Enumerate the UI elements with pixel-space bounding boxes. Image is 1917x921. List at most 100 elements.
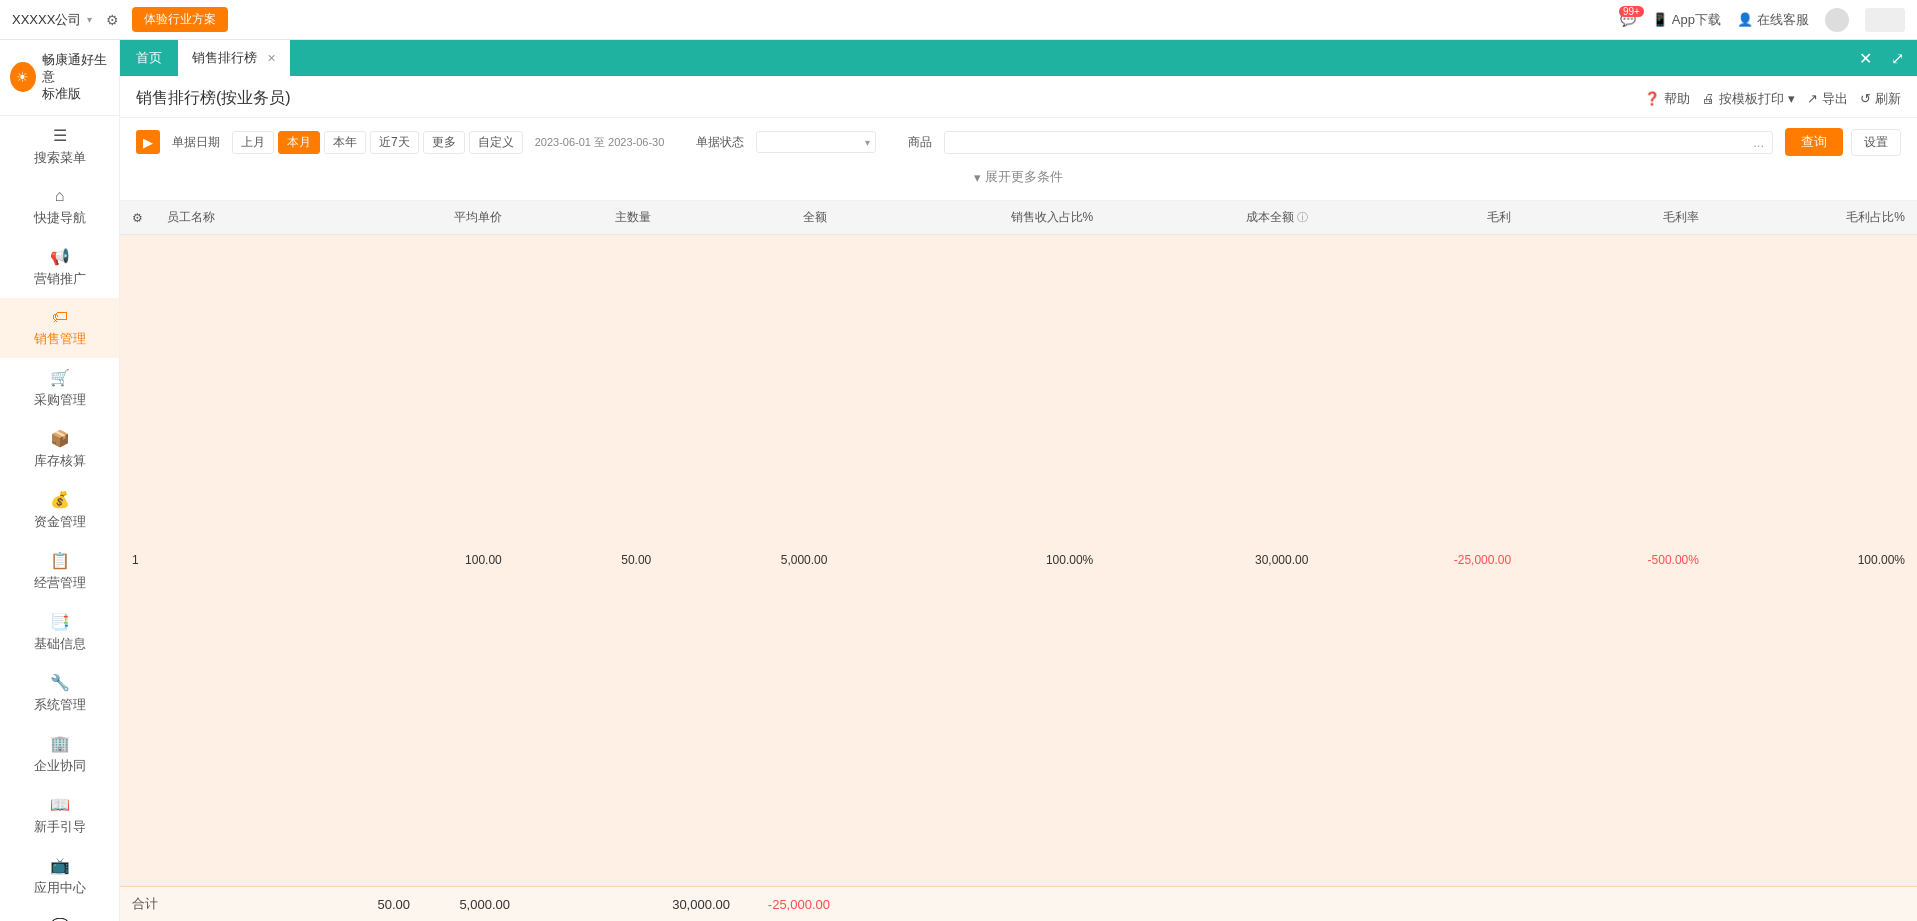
company-selector[interactable]: XXXXX公司 ▾ — [12, 11, 92, 29]
cell-cost-amount: 30,000.00 — [1105, 235, 1320, 886]
query-button[interactable]: 查询 — [1785, 128, 1843, 156]
sidebar-item-sales[interactable]: 🏷 销售管理 — [0, 298, 119, 358]
tab-close-icon[interactable]: ✕ — [267, 52, 276, 65]
footer-cell-cost: 30,000.00 — [642, 897, 742, 912]
date-buttons: 上月 本月 本年 近7天 更多 自定义 — [232, 131, 523, 154]
date-btn-last-month[interactable]: 上月 — [232, 131, 274, 154]
page-header: 销售排行榜(按业务员) ❓ 帮助 🖨 按模板打印 ▾ ↗ 导出 — [120, 76, 1917, 118]
message-item[interactable]: 💬 99+ — [1620, 12, 1636, 27]
sidebar-item-wechat[interactable]: 💬 企业微信 — [0, 907, 119, 921]
date-btn-more[interactable]: 更多 — [423, 131, 465, 154]
settings-button[interactable]: 设置 — [1851, 129, 1901, 156]
settings-icon[interactable]: ⚙ — [100, 8, 124, 32]
footer-cells: 50.00 5,000.00 30,000.00 -25,000.00 — [262, 897, 1905, 912]
app-center-icon: 📺 — [50, 856, 70, 875]
basic-info-icon: 📑 — [50, 612, 70, 631]
operations-icon: 📋 — [50, 551, 70, 570]
date-btn-custom[interactable]: 自定义 — [469, 131, 523, 154]
status-select-wrapper — [756, 131, 876, 153]
th-qty: 主数量 — [514, 201, 663, 235]
content-area: 首页 销售排行榜 ✕ ✕ ⤢ 销售排行榜(按业务员) ❓ 帮助 — [120, 40, 1917, 921]
date-btn-current-month[interactable]: 本月 — [278, 131, 320, 154]
app-download-item[interactable]: 📱 App下载 — [1652, 11, 1721, 29]
expand-chevron-icon: ▾ — [974, 170, 981, 185]
print-icon: 🖨 — [1702, 91, 1715, 106]
sidebar-item-marketing[interactable]: 📢 营销推广 — [0, 237, 119, 298]
tab-bar-actions: ✕ ⤢ — [1853, 46, 1917, 70]
trial-button[interactable]: 体验行业方案 — [132, 7, 228, 32]
message-badge: 99+ — [1619, 6, 1644, 17]
filter-toggle-button[interactable]: ▶ — [136, 130, 160, 154]
help-button[interactable]: ❓ 帮助 — [1644, 90, 1690, 108]
app-download-label: App下载 — [1672, 11, 1721, 29]
status-select[interactable] — [756, 131, 876, 153]
logo-icon: ☀ — [10, 62, 36, 92]
date-btn-current-year[interactable]: 本年 — [324, 131, 366, 154]
goods-input-wrapper[interactable]: ... — [944, 131, 1773, 154]
search-menu-icon: ☰ — [53, 126, 67, 145]
sidebar-item-enterprise[interactable]: 🏢 企业协同 — [0, 724, 119, 785]
sidebar-item-app-center[interactable]: 📺 应用中心 — [0, 846, 119, 907]
sidebar-item-guide[interactable]: 📖 新手引导 — [0, 785, 119, 846]
user-name-placeholder — [1865, 8, 1905, 32]
filter-bar: ▶ 单据日期 上月 本月 本年 近7天 更多 自定义 2023-06-01 至 … — [120, 118, 1917, 201]
guide-icon: 📖 — [50, 795, 70, 814]
sidebar-item-inventory[interactable]: 📦 库存核算 — [0, 419, 119, 480]
inventory-icon: 📦 — [50, 429, 70, 448]
expand-row: ▾ 展开更多条件 — [136, 164, 1901, 190]
filter-row-1: ▶ 单据日期 上月 本月 本年 近7天 更多 自定义 2023-06-01 至 … — [136, 128, 1901, 156]
template-print-button[interactable]: 🖨 按模板打印 ▾ — [1702, 90, 1795, 108]
sidebar-item-basic-info[interactable]: 📑 基础信息 — [0, 602, 119, 663]
top-header: XXXXX公司 ▾ ⚙ 体验行业方案 💬 99+ 📱 App下载 👤 在线客服 — [0, 0, 1917, 40]
refresh-button[interactable]: ↺ 刷新 — [1860, 90, 1901, 108]
footer-cell-spacer — [522, 897, 642, 912]
main-layout: ☀ 畅康通好生意 标准版 ☰ 搜索菜单 ⌂ 快捷导航 📢 营销推广 🏷 销售管理… — [0, 40, 1917, 921]
sidebar-item-operations[interactable]: 📋 经营管理 — [0, 541, 119, 602]
cell-name — [155, 235, 334, 886]
th-profit-pct: 毛利占比% — [1711, 201, 1917, 235]
page-content: 销售排行榜(按业务员) ❓ 帮助 🖨 按模板打印 ▾ ↗ 导出 — [120, 76, 1917, 921]
finance-icon: 💰 — [50, 490, 70, 509]
cell-profit-rate: -500.00% — [1523, 235, 1711, 886]
sidebar-item-purchase[interactable]: 🛒 采购管理 — [0, 358, 119, 419]
sidebar-item-system[interactable]: 🔧 系统管理 — [0, 663, 119, 724]
sidebar-item-quick-nav[interactable]: ⌂ 快捷导航 — [0, 177, 119, 237]
export-icon: ↗ — [1807, 91, 1818, 106]
refresh-icon: ↺ — [1860, 91, 1871, 106]
date-btn-7days[interactable]: 近7天 — [370, 131, 419, 154]
sidebar-item-finance[interactable]: 💰 资金管理 — [0, 480, 119, 541]
expand-button[interactable]: ▾ 展开更多条件 — [974, 168, 1063, 186]
avatar[interactable] — [1825, 8, 1849, 32]
th-amount: 全额 — [663, 201, 839, 235]
th-profit: 毛利 — [1320, 201, 1523, 235]
table-row: 1 100.00 50.00 5,000.00 100.00% 30,000.0… — [120, 235, 1917, 886]
cell-profit: -25,000.00 — [1320, 235, 1523, 886]
tab-sales-ranking[interactable]: 销售排行榜 ✕ — [178, 40, 290, 76]
table-footer: 合计 50.00 5,000.00 30,000.00 -25,000.00 — [120, 886, 1917, 921]
online-service-item[interactable]: 👤 在线客服 — [1737, 11, 1809, 29]
page-title: 销售排行榜(按业务员) — [136, 88, 291, 109]
service-icon: 👤 — [1737, 12, 1753, 27]
sidebar-logo: ☀ 畅康通好生意 标准版 — [0, 40, 119, 116]
footer-cell-profit: -25,000.00 — [742, 897, 842, 912]
filter-right: 查询 设置 — [1785, 128, 1901, 156]
tab-bar: 首页 销售排行榜 ✕ ✕ ⤢ — [120, 40, 1917, 76]
window-restore-icon[interactable]: ⤢ — [1885, 46, 1909, 70]
sidebar: ☀ 畅康通好生意 标准版 ☰ 搜索菜单 ⌂ 快捷导航 📢 营销推广 🏷 销售管理… — [0, 40, 120, 921]
cell-profit-pct: 100.00% — [1711, 235, 1917, 886]
table-section: ⚙ 员工名称 平均单价 主数量 全额 销售收入占比% 成本全额 ⓘ 毛利 毛利率… — [120, 201, 1917, 886]
th-cost-amount: 成本全额 ⓘ — [1105, 201, 1320, 235]
window-close-icon[interactable]: ✕ — [1853, 46, 1877, 70]
export-button[interactable]: ↗ 导出 — [1807, 90, 1848, 108]
goods-label: 商品 — [908, 134, 932, 151]
status-label: 单据状态 — [696, 134, 744, 151]
table-header-row: ⚙ 员工名称 平均单价 主数量 全额 销售收入占比% 成本全额 ⓘ 毛利 毛利率… — [120, 201, 1917, 235]
tab-home[interactable]: 首页 — [120, 40, 178, 76]
sidebar-item-search[interactable]: ☰ 搜索菜单 — [0, 116, 119, 177]
cell-sales-pct: 100.00% — [839, 235, 1105, 886]
sales-icon: 🏷 — [52, 308, 68, 326]
wechat-icon: 💬 — [50, 917, 70, 921]
cell-qty: 50.00 — [514, 235, 663, 886]
th-sales-pct: 销售收入占比% — [839, 201, 1105, 235]
th-settings[interactable]: ⚙ — [120, 201, 155, 235]
